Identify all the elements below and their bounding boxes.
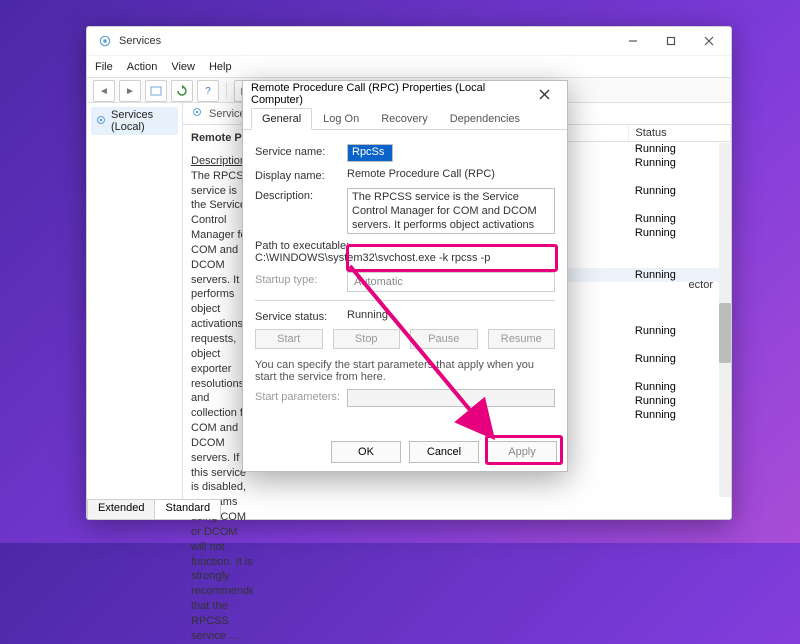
service-name-field[interactable]: RpcSs <box>347 144 393 162</box>
bottom-tabs: Extended Standard <box>87 499 220 519</box>
cell-status <box>629 338 731 352</box>
dialog-tabs: General Log On Recovery Dependencies <box>243 107 567 130</box>
tree-pane: Services (Local) <box>87 103 183 517</box>
label-display-name: Display name: <box>255 168 347 182</box>
minimize-button[interactable] <box>615 30 651 52</box>
cell-status <box>629 240 731 254</box>
label-start-params: Start parameters: <box>255 389 347 403</box>
description-field[interactable]: The RPCSS service is the Service Control… <box>347 188 555 234</box>
cell-status <box>629 310 731 324</box>
services-app-icon <box>97 33 113 49</box>
label-path: Path to executable: <box>255 240 555 252</box>
label-description: Description: <box>255 188 347 202</box>
tree-services-local[interactable]: Services (Local) <box>91 107 178 135</box>
cell-status: Running <box>629 212 731 226</box>
cell-status <box>629 422 731 436</box>
scroll-thumb[interactable] <box>719 303 731 363</box>
toolbar-forward-icon[interactable]: ► <box>119 80 141 102</box>
toolbar-help-icon[interactable]: ? <box>197 80 219 102</box>
cell-status <box>629 198 731 212</box>
titlebar[interactable]: Services <box>87 27 731 55</box>
cell-status: Running <box>629 184 731 198</box>
cell-status: Running <box>629 226 731 240</box>
dialog-close-button[interactable] <box>530 83 559 105</box>
cell-status: Running <box>629 268 731 282</box>
label-service-name: Service name: <box>255 144 347 158</box>
cell-status <box>629 366 731 380</box>
dialog-title: Remote Procedure Call (RPC) Properties (… <box>251 82 530 106</box>
tab-logon[interactable]: Log On <box>312 108 370 130</box>
cell-status <box>629 282 731 296</box>
tab-standard[interactable]: Standard <box>154 499 221 519</box>
annotation-arrow <box>340 252 540 452</box>
cell-status: Running <box>629 394 731 408</box>
menu-file[interactable]: File <box>95 56 113 77</box>
label-service-status: Service status: <box>255 309 347 323</box>
col-status[interactable]: Status <box>629 125 731 142</box>
display-name-value: Remote Procedure Call (RPC) <box>347 168 555 180</box>
cell-status <box>629 296 731 310</box>
dialog-titlebar[interactable]: Remote Procedure Call (RPC) Properties (… <box>243 81 567 107</box>
cell-status: Running <box>629 142 731 157</box>
gear-icon <box>191 106 203 121</box>
start-button: Start <box>255 329 323 349</box>
close-button[interactable] <box>691 30 727 52</box>
tab-dependencies[interactable]: Dependencies <box>439 108 531 130</box>
cell-status: Running <box>629 324 731 338</box>
tab-recovery[interactable]: Recovery <box>370 108 438 130</box>
tab-extended[interactable]: Extended <box>87 499 155 519</box>
toolbar-properties-icon[interactable] <box>145 80 167 102</box>
cell-status <box>629 254 731 268</box>
window-title: Services <box>119 35 161 47</box>
menu-action[interactable]: Action <box>127 56 158 77</box>
maximize-button[interactable] <box>653 30 689 52</box>
menu-help[interactable]: Help <box>209 56 232 77</box>
cell-status <box>629 170 731 184</box>
menubar: File Action View Help <box>87 55 731 77</box>
menu-view[interactable]: View <box>171 56 195 77</box>
cell-status: Running <box>629 408 731 422</box>
cell-status: Running <box>629 156 731 170</box>
label-startup-type: Startup type: <box>255 272 347 286</box>
toolbar-back-icon[interactable]: ◄ <box>93 80 115 102</box>
tab-general[interactable]: General <box>251 108 312 130</box>
cell-status: Running <box>629 380 731 394</box>
partial-text: ector <box>689 279 713 291</box>
vertical-scrollbar[interactable] <box>719 143 731 497</box>
toolbar-refresh-icon[interactable] <box>171 80 193 102</box>
gear-icon <box>95 114 107 129</box>
cell-status: Running <box>629 352 731 366</box>
tree-label: Services (Local) <box>111 109 174 133</box>
